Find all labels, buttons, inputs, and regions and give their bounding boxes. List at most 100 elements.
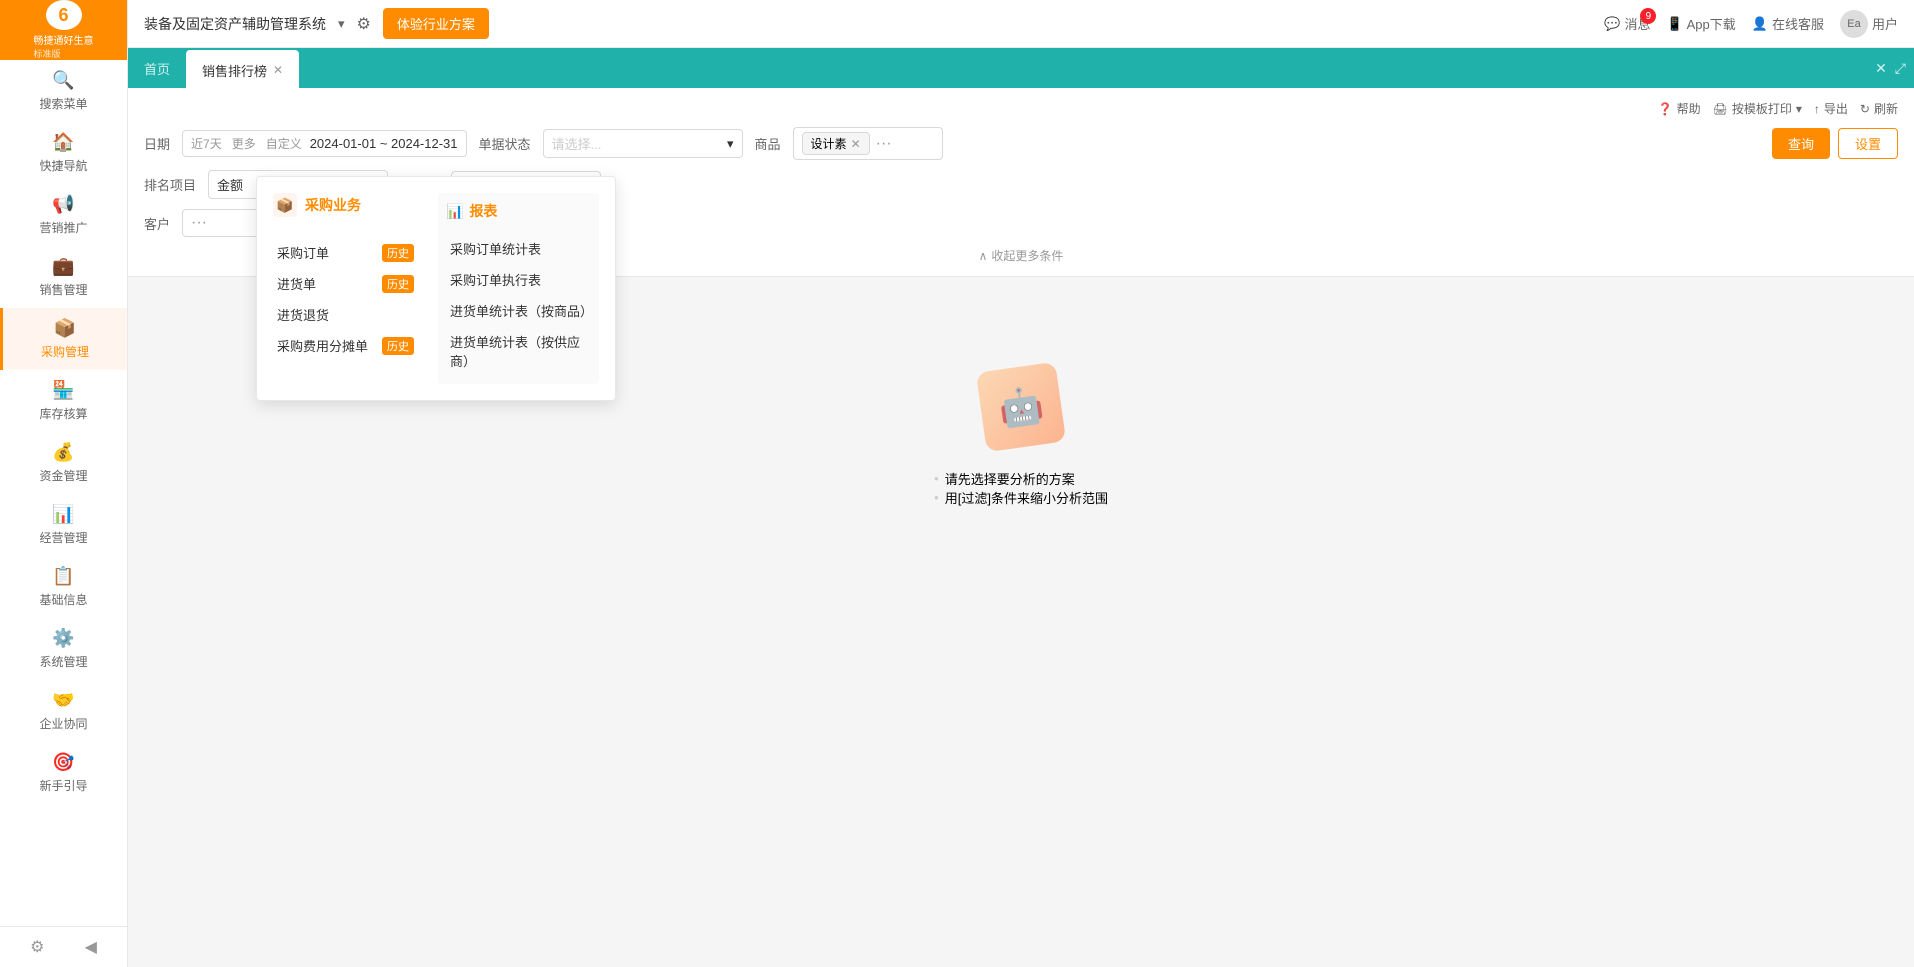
sidebar-logo: 6 畅捷通好生意 标准版 xyxy=(0,0,127,60)
date-range-input[interactable]: 近7天 更多 自定义 2024-01-01 ~ 2024-12-31 xyxy=(182,130,467,157)
tabbar: 首页 销售排行榜 ✕ ✕ ⤢ xyxy=(128,48,1914,88)
sidebar-item-guide[interactable]: 🎯 新手引导 xyxy=(0,742,127,804)
purchase-order-exec-item[interactable]: 采购订单执行表 xyxy=(446,264,591,295)
sidebar-item-finance[interactable]: 💰 资金管理 xyxy=(0,432,127,494)
quick-nav-icon: 🏠 xyxy=(52,132,74,153)
system-title: 装备及固定资产辅助管理系统 xyxy=(144,14,326,34)
print-dropdown-icon: ▾ xyxy=(1796,102,1802,116)
tab-close-all-icon[interactable]: ✕ xyxy=(1875,60,1887,77)
refresh-button[interactable]: ↻ 刷新 xyxy=(1860,100,1898,117)
sidebar-item-purchase[interactable]: 📦 采购管理 xyxy=(0,308,127,370)
finance-icon: 💰 xyxy=(52,442,74,463)
sidebar-item-sales[interactable]: 💼 销售管理 xyxy=(0,246,127,308)
voucher-status-dropdown-icon: ▾ xyxy=(727,136,734,152)
cooperation-icon: 🤝 xyxy=(52,690,74,711)
toolbar-row: ❓ 帮助 🖨 按模板打印 ▾ ↑ 导出 ↻ xyxy=(144,100,1898,117)
voucher-status-label: 单据状态 xyxy=(479,134,531,153)
return-goods-item[interactable]: 进货退货 xyxy=(273,299,418,330)
goods-filter[interactable]: 设计素 ✕ ··· xyxy=(793,127,943,160)
goods-tag-designer: 设计素 ✕ xyxy=(802,132,870,155)
topbar-right: 💬 消息 9 📱 App下载 👤 在线客服 Ea 用户 xyxy=(1604,10,1898,38)
sidebar-item-quick-nav[interactable]: 🏠 快捷导航 xyxy=(0,122,127,184)
export-icon: ↑ xyxy=(1814,102,1820,116)
sidebar-item-marketing[interactable]: 📢 营销推广 xyxy=(0,184,127,246)
dropdown-arrow-icon: ▾ xyxy=(338,16,345,32)
incoming-stats-by-supplier-item[interactable]: 进货单统计表（按供应商） xyxy=(446,326,591,376)
voucher-status-select[interactable]: 请选择... ▾ xyxy=(543,129,743,158)
sidebar-item-operations[interactable]: 📊 经营管理 xyxy=(0,494,127,556)
purchase-report-header: 📊 报表 xyxy=(446,201,591,221)
sidebar-footer: ⚙ ◀ xyxy=(0,926,127,967)
sidebar-settings-icon[interactable]: ⚙ xyxy=(30,937,44,957)
export-button[interactable]: ↑ 导出 xyxy=(1814,100,1848,117)
sales-icon: 💼 xyxy=(52,256,74,277)
logo-icon: 6 xyxy=(46,0,82,30)
sidebar-item-system[interactable]: ⚙️ 系统管理 xyxy=(0,618,127,680)
purchase-order-stats-item[interactable]: 采购订单统计表 xyxy=(446,233,591,264)
main-area: 装备及固定资产辅助管理系统 ▾ ⚙ 体验行业方案 💬 消息 9 📱 App下载 … xyxy=(128,0,1914,967)
user-avatar: Ea xyxy=(1840,10,1868,38)
topbar-gear-icon[interactable]: ⚙ xyxy=(357,14,371,34)
settings-button[interactable]: 设置 xyxy=(1838,128,1898,159)
sidebar-item-inventory[interactable]: 🏪 库存核算 xyxy=(0,370,127,432)
inventory-icon: 🏪 xyxy=(52,380,74,401)
incoming-stats-by-goods-item[interactable]: 进货单统计表（按商品） xyxy=(446,295,591,326)
operations-icon: 📊 xyxy=(52,504,74,525)
online-service-button[interactable]: 👤 在线客服 xyxy=(1752,14,1824,33)
filter-actions: 查询 设置 xyxy=(1772,128,1898,159)
query-button[interactable]: 查询 xyxy=(1772,128,1830,159)
purchase-dropdown-menu: 📦 采购业务 采购订单 历史 进货单 历史 进货退货 xyxy=(256,176,616,401)
help-button[interactable]: ❓ 帮助 xyxy=(1658,100,1701,117)
collapse-button[interactable]: ∧ 收起更多条件 xyxy=(979,247,1064,264)
message-badge: 9 xyxy=(1640,8,1656,24)
goods-dots[interactable]: ··· xyxy=(876,135,892,153)
sidebar: 6 畅捷通好生意 标准版 🔍 搜索菜单 🏠 快捷导航 📢 营销推广 💼 xyxy=(0,0,128,967)
print-button[interactable]: 🖨 按模板打印 ▾ xyxy=(1713,100,1802,117)
sidebar-item-cooperation[interactable]: 🤝 企业协同 xyxy=(0,680,127,742)
tab-sales-ranking[interactable]: 销售排行榜 ✕ xyxy=(186,50,299,90)
marketing-icon: 📢 xyxy=(52,194,74,215)
topbar-dropdown[interactable]: ▾ xyxy=(338,16,345,32)
content-area: ❓ 帮助 🖨 按模板打印 ▾ ↑ 导出 ↻ xyxy=(128,88,1914,967)
logo-text: 畅捷通好生意 标准版 xyxy=(34,32,94,60)
refresh-icon: ↻ xyxy=(1860,102,1870,116)
sidebar-item-search[interactable]: 🔍 搜索菜单 xyxy=(0,60,127,122)
empty-hint-2: 用[过滤]条件来缩小分析范围 xyxy=(934,488,1108,507)
tab-expand-icon[interactable]: ⤢ xyxy=(1895,60,1906,77)
incoming-order-item[interactable]: 进货单 历史 xyxy=(273,268,418,299)
empty-illustration: 🤖 xyxy=(951,357,1091,457)
service-icon: 👤 xyxy=(1752,16,1768,32)
sidebar-collapse-icon[interactable]: ◀ xyxy=(85,937,97,957)
purchase-order-item[interactable]: 采购订单 历史 xyxy=(273,237,418,268)
empty-robot-icon: 🤖 xyxy=(976,362,1066,452)
date-range-value: 2024-01-01 ~ 2024-12-31 xyxy=(310,136,458,151)
goods-tag-close-icon[interactable]: ✕ xyxy=(851,137,861,151)
sidebar-menu: 🔍 搜索菜单 🏠 快捷导航 📢 营销推广 💼 销售管理 📦 采购管理 🏪 xyxy=(0,60,127,926)
purchase-expense-history-badge: 历史 xyxy=(382,337,414,355)
incoming-order-history-badge: 历史 xyxy=(382,275,414,293)
empty-hints: 请先选择要分析的方案 用[过滤]条件来缩小分析范围 xyxy=(934,469,1108,507)
sidebar-item-basic-info[interactable]: 📋 基础信息 xyxy=(0,556,127,618)
search-menu-icon: 🔍 xyxy=(52,70,74,91)
purchase-business-header: 📦 采购业务 xyxy=(273,193,418,225)
tab-home[interactable]: 首页 xyxy=(128,48,186,88)
collapse-up-icon: ∧ xyxy=(979,249,988,263)
date-range-options: 近7天 更多 自定义 xyxy=(191,135,302,152)
message-icon: 💬 xyxy=(1604,16,1620,32)
date-label: 日期 xyxy=(144,134,170,153)
purchase-expense-item[interactable]: 采购费用分摊单 历史 xyxy=(273,330,418,361)
customer-label: 客户 xyxy=(144,214,170,233)
customer-dots[interactable]: ··· xyxy=(191,214,207,232)
basic-info-icon: 📋 xyxy=(52,566,74,587)
app-download-button[interactable]: 📱 App下载 xyxy=(1666,14,1735,33)
purchase-report-header-icon: 📊 xyxy=(446,203,463,220)
tab-close-icon[interactable]: ✕ xyxy=(273,63,283,77)
print-icon: 🖨 xyxy=(1713,102,1728,116)
purchase-business-col: 📦 采购业务 采购订单 历史 进货单 历史 进货退货 xyxy=(273,193,418,384)
purchase-icon: 📦 xyxy=(54,318,76,339)
industry-solution-button[interactable]: 体验行业方案 xyxy=(383,8,489,39)
user-button[interactable]: Ea 用户 xyxy=(1840,10,1898,38)
guide-icon: 🎯 xyxy=(52,752,74,773)
topbar: 装备及固定资产辅助管理系统 ▾ ⚙ 体验行业方案 💬 消息 9 📱 App下载 … xyxy=(128,0,1914,48)
message-button[interactable]: 💬 消息 9 xyxy=(1604,14,1650,33)
